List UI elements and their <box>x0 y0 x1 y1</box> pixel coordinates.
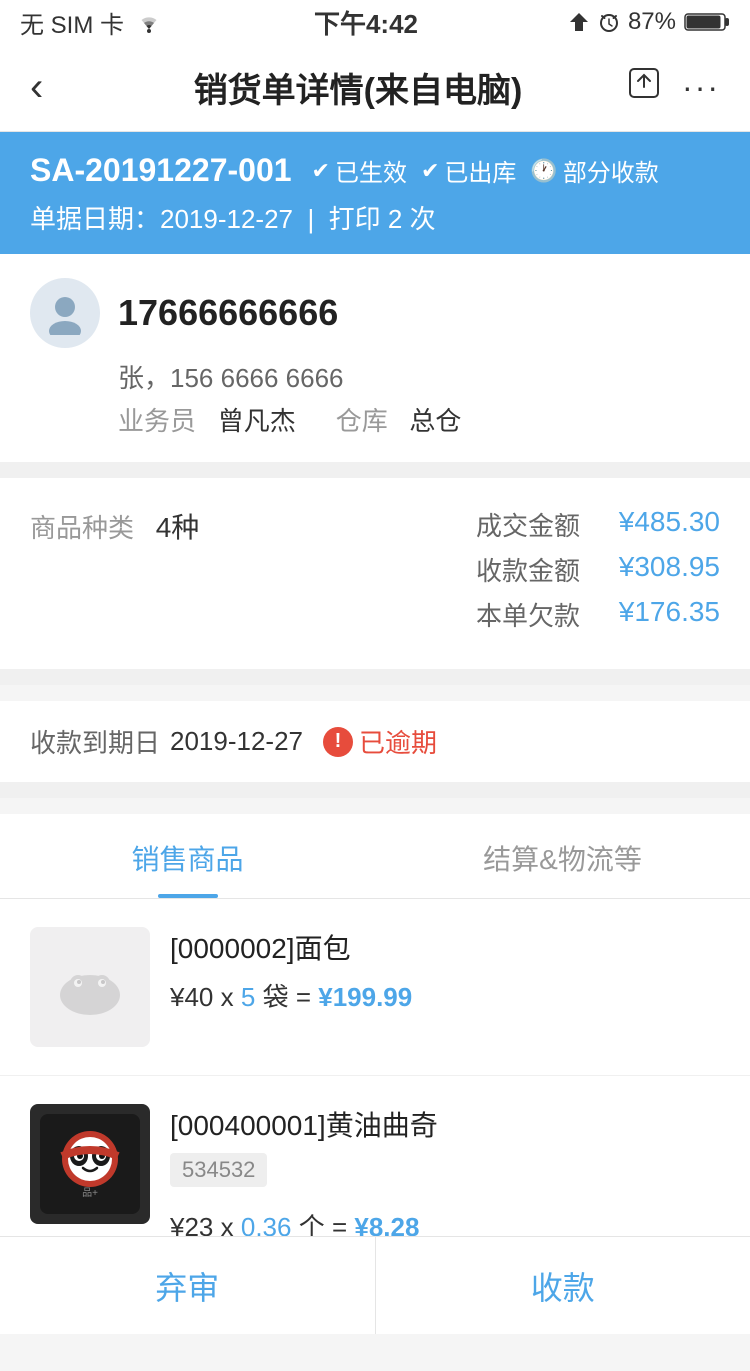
product-type-row: 商品种类 4种 <box>30 506 199 546</box>
battery-text: 87% <box>628 8 676 36</box>
product-image-1 <box>30 927 150 1047</box>
battery-icon <box>684 11 730 33</box>
salesperson-value: 曾凡杰 <box>218 406 296 436</box>
customer-section: 17666666666 张，156 6666 6666 业务员 曾凡杰 仓库 总… <box>0 254 750 462</box>
tabs: 销售商品 结算&物流等 <box>0 814 750 899</box>
customer-name: 张，156 6666 6666 <box>118 358 720 395</box>
product-item: [0000002]面包 ¥40 x 5 袋 = ¥199.99 <box>0 899 750 1076</box>
deal-amount-label: 成交金额 <box>476 506 580 543</box>
warehouse-label: 仓库 <box>336 406 388 436</box>
divider-1 <box>0 462 750 478</box>
summary-section: 商品种类 4种 成交金额 ¥485.30 收款金额 ¥308.95 本单欠款 ¥… <box>0 478 750 669</box>
signal-text: 无 SIM 卡 <box>20 5 124 40</box>
back-button[interactable]: ‹ <box>30 65 90 110</box>
tabs-section: 销售商品 结算&物流等 <box>0 814 750 899</box>
order-date: 单据日期：2019-12-27 | 打印 2 次 <box>30 199 720 236</box>
badge-partial: 🕐 部分收款 <box>530 153 658 188</box>
salesperson-label: 业务员 <box>118 406 196 436</box>
product-name-1: [0000002]面包 <box>170 927 720 967</box>
alarm-icon <box>598 11 620 33</box>
confirm-button[interactable]: 收款 <box>376 1237 750 1334</box>
due-label: 收款到期日 <box>30 723 160 760</box>
avatar <box>30 278 100 348</box>
status-left: 无 SIM 卡 <box>20 5 164 40</box>
received-value: ¥308.95 <box>600 551 720 588</box>
product-sku-2: 534532 <box>170 1153 267 1187</box>
share-icon[interactable] <box>626 65 662 110</box>
product-info-1: [0000002]面包 ¥40 x 5 袋 = ¥199.99 <box>170 927 720 1014</box>
amount-summary: 成交金额 ¥485.30 收款金额 ¥308.95 本单欠款 ¥176.35 <box>476 506 720 641</box>
divider-2 <box>0 669 750 685</box>
order-header: SA-20191227-001 ✔ 已生效 ✔ 已出库 🕐 部分收款 单据日期：… <box>0 132 750 254</box>
received-label: 收款金额 <box>476 551 580 588</box>
overdue-icon: ! <box>323 727 353 757</box>
tab-settlement[interactable]: 结算&物流等 <box>375 814 750 898</box>
customer-meta: 业务员 曾凡杰 仓库 总仓 <box>118 401 720 438</box>
overdue-badge: ! 已逾期 <box>323 723 437 760</box>
bottom-bar: 弃审 收款 <box>0 1236 750 1334</box>
status-right: 87% <box>568 8 730 36</box>
status-bar: 无 SIM 卡 下午4:42 87% <box>0 0 750 44</box>
svg-text:品+: 品+ <box>82 1187 98 1199</box>
customer-phone: 17666666666 <box>118 292 338 334</box>
badge-effective: ✔ 已生效 <box>312 153 407 188</box>
nav-actions: ··· <box>626 65 720 110</box>
debt-label: 本单欠款 <box>476 596 580 633</box>
product-image-2: 品+ <box>30 1104 150 1224</box>
cookie-image: 品+ <box>40 1114 140 1214</box>
product-price-1: ¥40 x 5 袋 = ¥199.99 <box>170 977 720 1014</box>
more-icon[interactable]: ··· <box>682 69 720 106</box>
wifi-icon <box>134 11 164 33</box>
page-title: 销货单详情(来自电脑) <box>194 63 523 112</box>
debt-value: ¥176.35 <box>600 596 720 633</box>
due-date-value: 2019-12-27 <box>170 726 303 757</box>
product-info-2: [000400001]黄油曲奇 534532 ¥23 x 0.36 个 = ¥8… <box>170 1104 720 1244</box>
deal-amount-value: ¥485.30 <box>600 506 720 543</box>
product-name-2: [000400001]黄油曲奇 <box>170 1104 720 1144</box>
product-list: [0000002]面包 ¥40 x 5 袋 = ¥199.99 <box>0 899 750 1273</box>
order-id: SA-20191227-001 <box>30 152 292 189</box>
warehouse-value: 总仓 <box>409 406 461 436</box>
status-time: 下午4:42 <box>314 4 418 41</box>
divider-3 <box>0 782 750 798</box>
due-section: 收款到期日 2019-12-27 ! 已逾期 <box>0 701 750 782</box>
cancel-button[interactable]: 弃审 <box>0 1237 376 1334</box>
tab-products[interactable]: 销售商品 <box>0 814 375 898</box>
bread-image-placeholder <box>50 947 130 1027</box>
nav-bar: ‹ 销货单详情(来自电脑) ··· <box>0 44 750 132</box>
overdue-text: 已逾期 <box>359 723 437 760</box>
location-icon <box>568 11 590 33</box>
badge-shipped: ✔ 已出库 <box>421 153 516 188</box>
